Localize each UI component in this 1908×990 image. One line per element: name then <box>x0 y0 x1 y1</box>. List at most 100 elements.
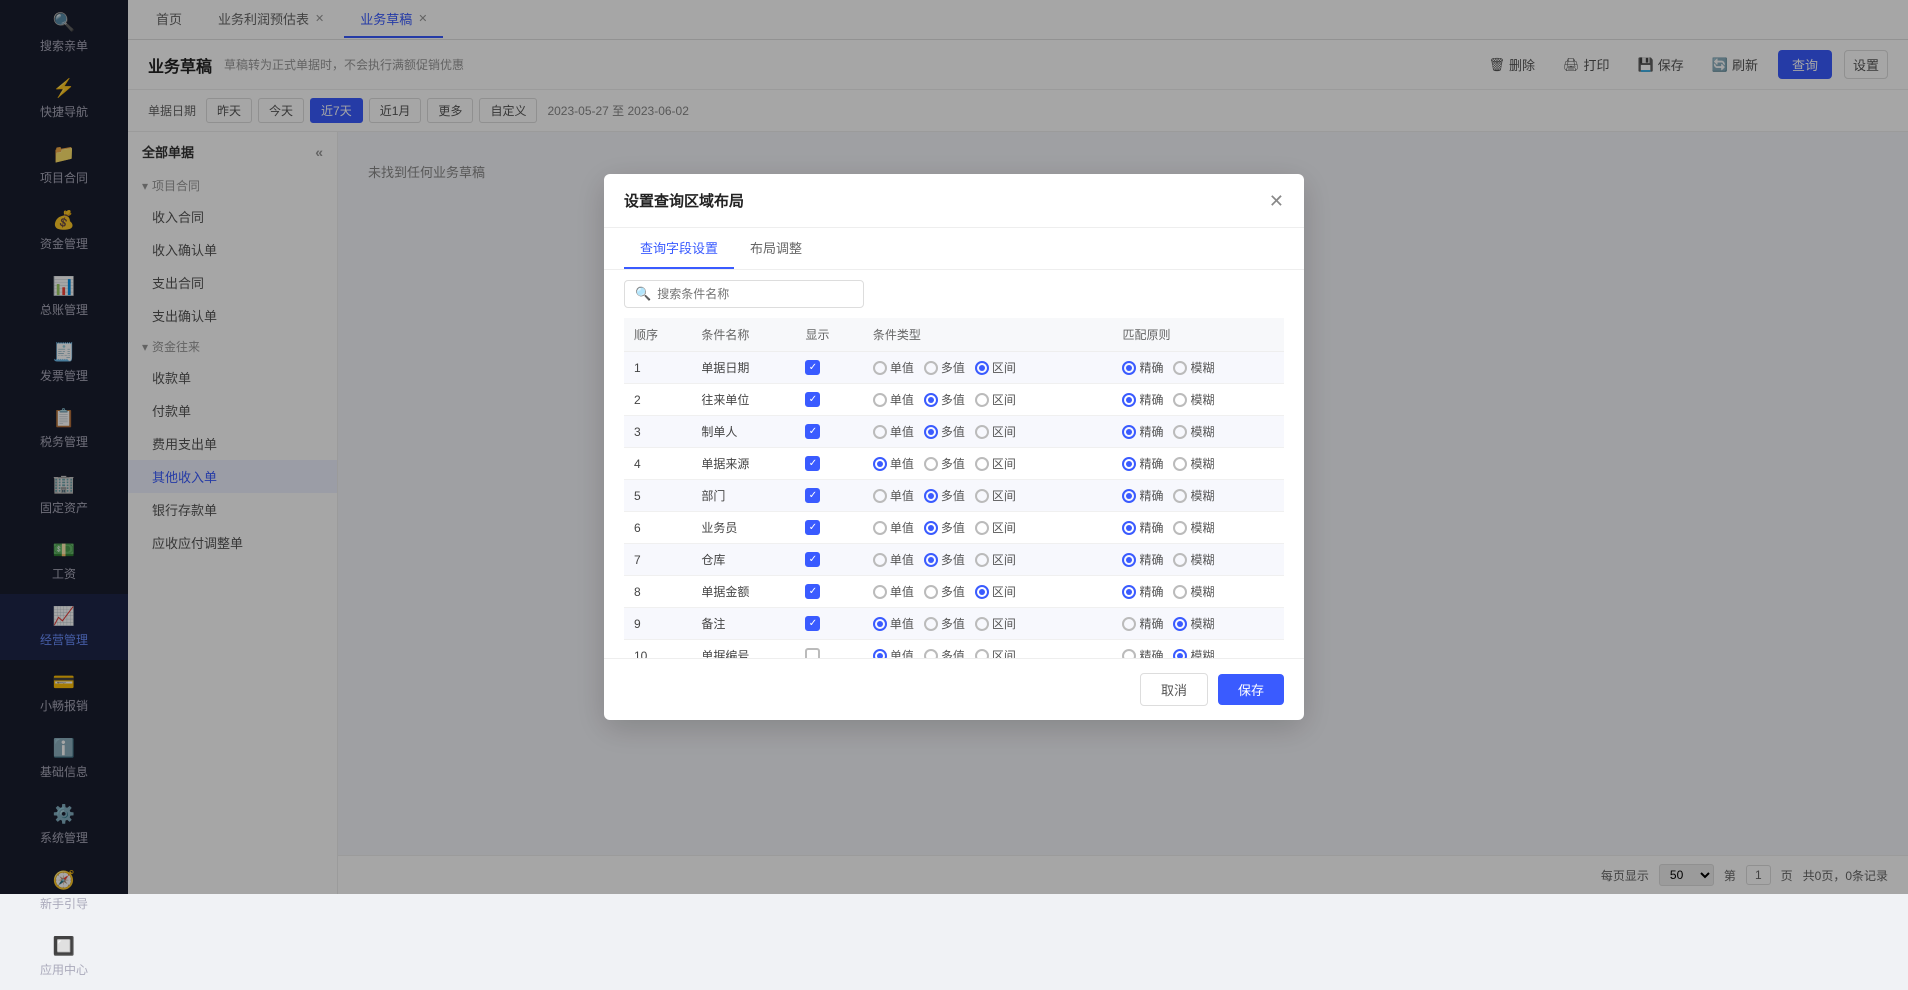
radio-range-1[interactable]: 区间 <box>975 359 1016 376</box>
radio-multi-9[interactable]: 多值 <box>924 615 965 632</box>
radio-multi-2[interactable]: 多值 <box>924 391 965 408</box>
radio-multi-6[interactable]: 多值 <box>924 519 965 536</box>
modal-table: 顺序 条件名称 显示 条件类型 匹配原则 1单据日期 单值 多值 <box>624 318 1284 658</box>
radio-multi-3[interactable]: 多值 <box>924 423 965 440</box>
radio-single-4[interactable]: 单值 <box>873 455 914 472</box>
show-checkbox-3[interactable] <box>805 424 820 439</box>
cell-match: 精确 模糊 <box>1112 480 1284 512</box>
radio-exact-7[interactable]: 精确 <box>1122 551 1163 568</box>
show-checkbox-4[interactable] <box>805 456 820 471</box>
radio-range-5[interactable]: 区间 <box>975 487 1016 504</box>
cell-match: 精确 模糊 <box>1112 544 1284 576</box>
search-icon: 🔍 <box>635 286 651 302</box>
show-checkbox-10[interactable] <box>805 648 820 658</box>
cell-type: 单值 多值 区间 <box>863 576 1113 608</box>
cell-show[interactable] <box>795 480 862 512</box>
radio-multi-5[interactable]: 多值 <box>924 487 965 504</box>
modal: 设置查询区域布局 ✕ 查询字段设置 布局调整 🔍 顺序 条件名称 显示 <box>604 174 1304 720</box>
radio-multi-8[interactable]: 多值 <box>924 583 965 600</box>
show-checkbox-6[interactable] <box>805 520 820 535</box>
modal-close-button[interactable]: ✕ <box>1269 192 1284 210</box>
modal-overlay[interactable]: 设置查询区域布局 ✕ 查询字段设置 布局调整 🔍 顺序 条件名称 显示 <box>0 0 1908 894</box>
radio-range-7[interactable]: 区间 <box>975 551 1016 568</box>
cancel-button[interactable]: 取消 <box>1140 673 1208 706</box>
cell-show[interactable] <box>795 640 862 659</box>
cell-type: 单值 多值 区间 <box>863 448 1113 480</box>
radio-single-3[interactable]: 单值 <box>873 423 914 440</box>
radio-multi-10[interactable]: 多值 <box>924 647 965 658</box>
radio-range-2[interactable]: 区间 <box>975 391 1016 408</box>
table-row: 10单据编号 单值 多值 区间 精确 模糊 <box>624 640 1284 659</box>
radio-exact-6[interactable]: 精确 <box>1122 519 1163 536</box>
cell-show[interactable] <box>795 384 862 416</box>
radio-fuzzy-1[interactable]: 模糊 <box>1173 359 1214 376</box>
radio-multi-1[interactable]: 多值 <box>924 359 965 376</box>
radio-single-7[interactable]: 单值 <box>873 551 914 568</box>
radio-multi-7[interactable]: 多值 <box>924 551 965 568</box>
radio-single-2[interactable]: 单值 <box>873 391 914 408</box>
radio-exact-2[interactable]: 精确 <box>1122 391 1163 408</box>
show-checkbox-9[interactable] <box>805 616 820 631</box>
radio-fuzzy-5[interactable]: 模糊 <box>1173 487 1214 504</box>
cell-name: 制单人 <box>691 416 795 448</box>
cell-show[interactable] <box>795 608 862 640</box>
radio-single-1[interactable]: 单值 <box>873 359 914 376</box>
modal-title: 设置查询区域布局 <box>624 190 744 211</box>
radio-fuzzy-6[interactable]: 模糊 <box>1173 519 1214 536</box>
cell-match: 精确 模糊 <box>1112 512 1284 544</box>
radio-exact-3[interactable]: 精确 <box>1122 423 1163 440</box>
radio-fuzzy-3[interactable]: 模糊 <box>1173 423 1214 440</box>
radio-range-4[interactable]: 区间 <box>975 455 1016 472</box>
show-checkbox-8[interactable] <box>805 584 820 599</box>
show-checkbox-7[interactable] <box>805 552 820 567</box>
radio-single-10[interactable]: 单值 <box>873 647 914 658</box>
cell-match: 精确 模糊 <box>1112 448 1284 480</box>
radio-fuzzy-2[interactable]: 模糊 <box>1173 391 1214 408</box>
sidebar-item-apps[interactable]: 🔲应用中心 <box>0 924 128 990</box>
radio-fuzzy-4[interactable]: 模糊 <box>1173 455 1214 472</box>
show-checkbox-2[interactable] <box>805 392 820 407</box>
table-row: 4单据来源 单值 多值 区间 精确 模糊 <box>624 448 1284 480</box>
radio-fuzzy-10[interactable]: 模糊 <box>1173 647 1214 658</box>
radio-exact-8[interactable]: 精确 <box>1122 583 1163 600</box>
radio-single-5[interactable]: 单值 <box>873 487 914 504</box>
cell-type: 单值 多值 区间 <box>863 608 1113 640</box>
table-row: 5部门 单值 多值 区间 精确 模糊 <box>624 480 1284 512</box>
radio-fuzzy-7[interactable]: 模糊 <box>1173 551 1214 568</box>
radio-range-8[interactable]: 区间 <box>975 583 1016 600</box>
cell-show[interactable] <box>795 512 862 544</box>
table-row: 6业务员 单值 多值 区间 精确 模糊 <box>624 512 1284 544</box>
radio-range-6[interactable]: 区间 <box>975 519 1016 536</box>
radio-exact-1[interactable]: 精确 <box>1122 359 1163 376</box>
radio-exact-10[interactable]: 精确 <box>1122 647 1163 658</box>
modal-save-button[interactable]: 保存 <box>1218 674 1284 705</box>
cell-order: 4 <box>624 448 691 480</box>
cell-name: 往来单位 <box>691 384 795 416</box>
radio-range-10[interactable]: 区间 <box>975 647 1016 658</box>
cell-name: 备注 <box>691 608 795 640</box>
cell-show[interactable] <box>795 544 862 576</box>
table-row: 7仓库 单值 多值 区间 精确 模糊 <box>624 544 1284 576</box>
modal-search-input[interactable] <box>657 287 853 301</box>
radio-multi-4[interactable]: 多值 <box>924 455 965 472</box>
cell-show[interactable] <box>795 352 862 384</box>
radio-single-8[interactable]: 单值 <box>873 583 914 600</box>
radio-range-3[interactable]: 区间 <box>975 423 1016 440</box>
cell-show[interactable] <box>795 416 862 448</box>
show-checkbox-5[interactable] <box>805 488 820 503</box>
table-row: 3制单人 单值 多值 区间 精确 模糊 <box>624 416 1284 448</box>
radio-exact-4[interactable]: 精确 <box>1122 455 1163 472</box>
radio-single-6[interactable]: 单值 <box>873 519 914 536</box>
modal-tab-layout[interactable]: 布局调整 <box>734 228 818 269</box>
show-checkbox-1[interactable] <box>805 360 820 375</box>
radio-exact-5[interactable]: 精确 <box>1122 487 1163 504</box>
cell-match: 精确 模糊 <box>1112 352 1284 384</box>
radio-exact-9[interactable]: 精确 <box>1122 615 1163 632</box>
radio-range-9[interactable]: 区间 <box>975 615 1016 632</box>
radio-fuzzy-8[interactable]: 模糊 <box>1173 583 1214 600</box>
cell-show[interactable] <box>795 576 862 608</box>
modal-tab-fields[interactable]: 查询字段设置 <box>624 228 734 269</box>
radio-single-9[interactable]: 单值 <box>873 615 914 632</box>
radio-fuzzy-9[interactable]: 模糊 <box>1173 615 1214 632</box>
cell-show[interactable] <box>795 448 862 480</box>
